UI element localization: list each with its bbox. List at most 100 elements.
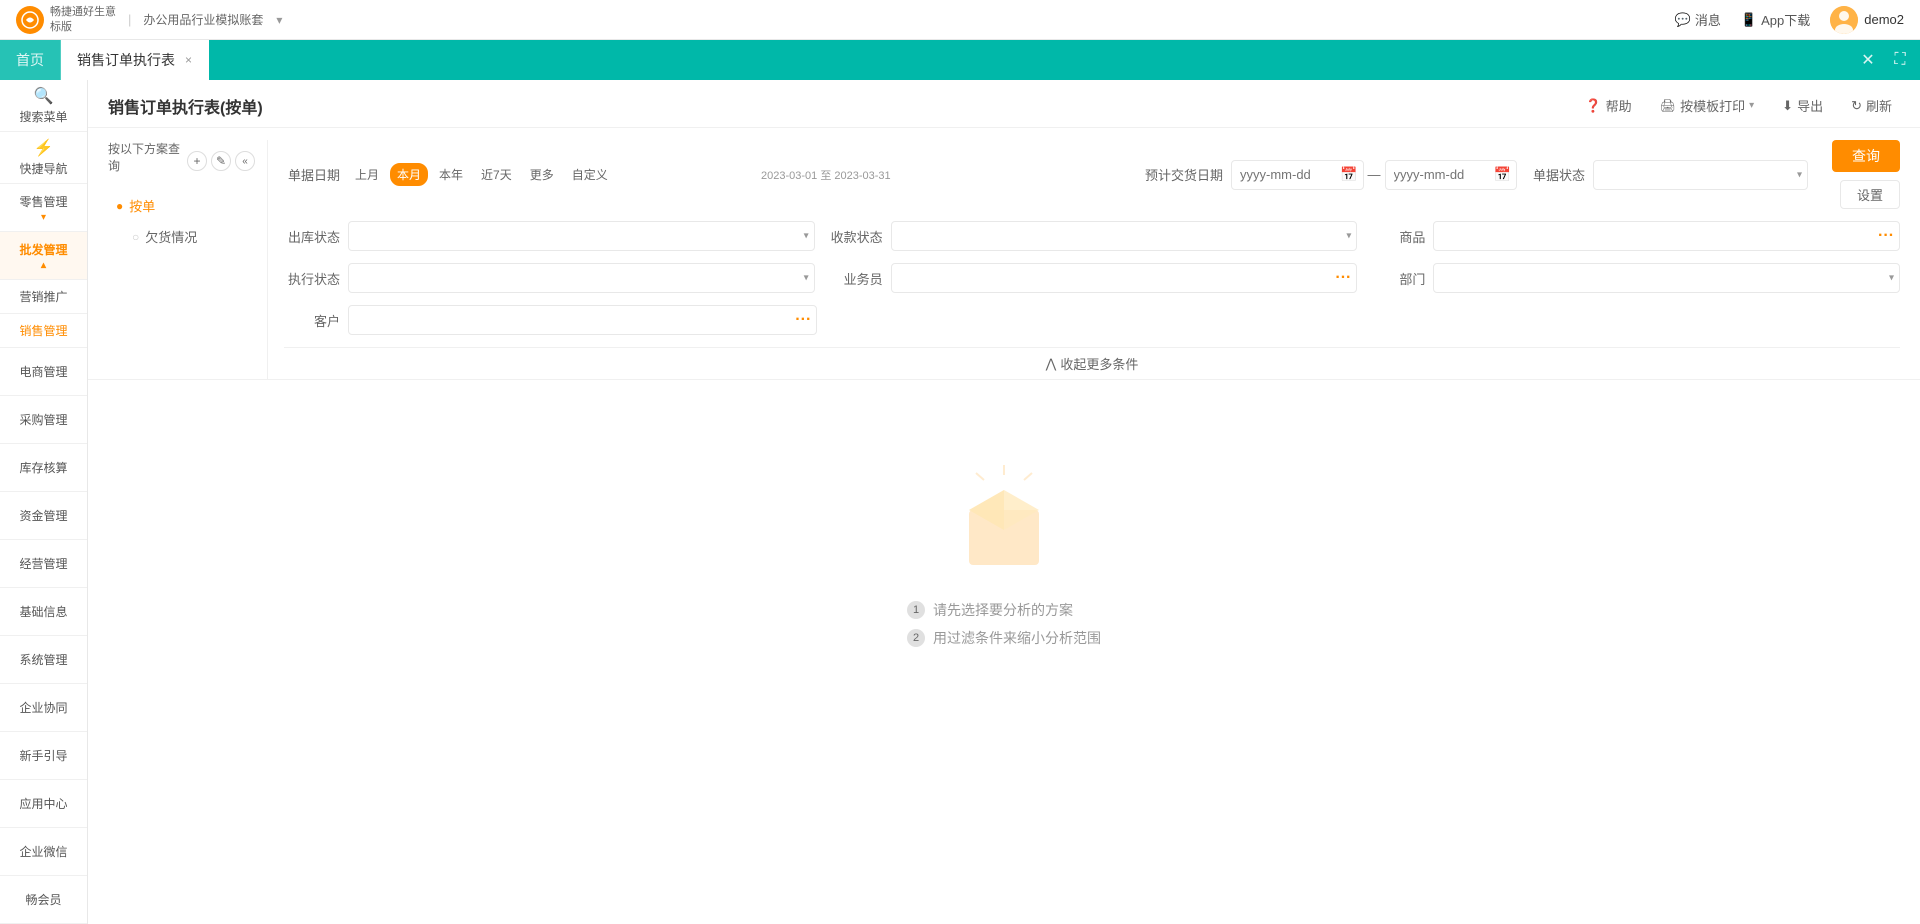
salesperson-field: 业务员 ··· [827,263,1358,293]
sidebar-item-basic-info[interactable]: 基础信息 [0,588,87,636]
tab-close-btn[interactable]: × [185,53,192,67]
predicted-date-end[interactable] [1385,160,1518,190]
payment-status-select[interactable] [891,221,1358,251]
doc-status-label: 单据状态 [1529,165,1585,184]
sidebar-item-finance[interactable]: 资金管理 [0,492,87,540]
breadcrumb: 办公用品行业模拟账套 [143,11,263,28]
customer-field: 客户 ··· [284,305,817,335]
predicted-end-wrap: 📅 [1385,160,1518,190]
goods-more-icon[interactable]: ··· [1878,227,1894,245]
salesperson-more-icon[interactable]: ··· [1335,269,1351,287]
top-header: 畅捷通好生意 标版 | 办公用品行业模拟账套 ▾ 💬 消息 📱 App下载 de [0,0,1920,40]
print-btn[interactable]: 🖨 按模板打印 ▾ [1652,92,1763,119]
scheme-item-欠货情况[interactable]: ○ 欠货情况 [108,221,255,252]
tab-home[interactable]: 首页 [0,40,61,80]
salesperson-label: 业务员 [827,269,883,288]
scheme-actions: + ✎ « [187,151,255,171]
department-control: ▾ [1433,263,1900,293]
salesperson-control: ··· [891,263,1358,293]
help-btn[interactable]: ❓ 帮助 [1577,92,1639,119]
date-shortcuts: 上月 本月 本年 近7天 更多 自定义 [348,163,615,186]
scheme-item-按单[interactable]: ● 按单 [108,190,255,221]
shortcut-this-month[interactable]: 本月 [390,163,428,186]
tip-text-2: 用过滤条件来缩小分析范围 [933,628,1101,648]
shortcut-custom[interactable]: 自定义 [565,163,615,186]
collapse-more-btn[interactable]: ⋀ 收起更多条件 [284,347,1900,379]
sidebar-item-ecommerce[interactable]: 电商管理 [0,348,87,396]
shortcut-this-year[interactable]: 本年 [432,163,470,186]
breadcrumb-arrow-btn[interactable]: ▾ [271,12,287,28]
sidebar-item-wholesale[interactable]: 批发管理 ▴ [0,232,87,280]
sidebar-item-marketing[interactable]: 营销推广 [0,280,87,314]
page-actions: ❓ 帮助 🖨 按模板打印 ▾ ⬇ 导出 ↻ 刷新 [1577,92,1900,119]
edit-scheme-btn[interactable]: ✎ [211,151,231,171]
user-avatar-area[interactable]: demo2 [1830,6,1904,34]
page-title: 销售订单执行表(按单) [108,94,263,118]
print-icon: 🖨 [1660,98,1677,114]
tab-maximize[interactable]: ⛶ [1888,48,1912,72]
sidebar-label-quick-nav: 快捷导航 [19,160,67,177]
tab-close-window[interactable]: ✕ [1856,48,1880,72]
doc-status-select[interactable] [1593,160,1808,190]
sidebar-label-app-center: 应用中心 [19,795,67,812]
sidebar-item-sales-mgmt[interactable]: 销售管理 [0,314,87,348]
sidebar-item-vip[interactable]: 畅会员 [0,876,87,924]
refresh-btn[interactable]: ↻ 刷新 [1843,92,1900,119]
sidebar-label-purchase: 采购管理 [19,411,67,428]
sidebar: 🔍 搜索菜单 ⚡ 快捷导航 零售管理 ▾ 批发管理 ▴ 营销推广 销售管理 电商… [0,80,88,924]
sidebar-item-app-center[interactable]: 应用中心 [0,780,87,828]
shortcut-more[interactable]: 更多 [523,163,561,186]
payment-status-label: 收款状态 [827,227,883,246]
empty-illustration [944,460,1064,580]
sidebar-item-enterprise[interactable]: 企业协同 [0,684,87,732]
sidebar-item-guide[interactable]: 新手引导 [0,732,87,780]
tab-sales-order[interactable]: 销售订单执行表 × [61,40,209,80]
sidebar-item-wechat[interactable]: 企业微信 [0,828,87,876]
settings-btn[interactable]: 设置 [1840,180,1900,209]
app-download-action[interactable]: 📱 App下载 [1741,10,1810,29]
logo-text: 畅捷通好生意 标版 [50,5,116,34]
export-icon: ⬇ [1782,98,1793,114]
shortcut-7days[interactable]: 近7天 [474,163,519,186]
message-action[interactable]: 💬 消息 [1675,10,1721,29]
exec-status-select[interactable] [348,263,815,293]
sidebar-label-operations: 经营管理 [19,555,67,572]
retail-arrow-icon: ▾ [41,212,46,223]
predicted-date-range: 📅 — 📅 [1231,160,1517,190]
salesperson-input[interactable] [891,263,1358,293]
customer-more-icon[interactable]: ··· [795,311,811,329]
sidebar-item-operations[interactable]: 经营管理 [0,540,87,588]
tip-num-2: 2 [907,629,925,647]
query-btn[interactable]: 查询 [1832,140,1900,172]
scheme-inactive-icon: ○ [132,230,139,244]
ship-status-select[interactable] [348,221,815,251]
add-scheme-btn[interactable]: + [187,151,207,171]
customer-input[interactable] [348,305,817,335]
goods-label: 商品 [1369,227,1425,246]
predicted-date-start[interactable] [1231,160,1364,190]
filter-row-1: 单据日期 上月 本月 本年 近7天 更多 自定义 [284,140,1900,209]
sidebar-label-system: 系统管理 [19,651,67,668]
sidebar-item-system[interactable]: 系统管理 [0,636,87,684]
tip-text-1: 请先选择要分析的方案 [933,600,1073,620]
breadcrumb-sep: | [128,12,131,27]
goods-input[interactable] [1433,221,1900,251]
empty-text-list: 1 请先选择要分析的方案 2 用过滤条件来缩小分析范围 [907,600,1101,648]
sidebar-item-purchase[interactable]: 采购管理 [0,396,87,444]
sidebar-label-wechat: 企业微信 [19,843,67,860]
shortcut-last-month[interactable]: 上月 [348,163,386,186]
refresh-icon: ↻ [1851,98,1862,114]
sidebar-item-quick-nav[interactable]: ⚡ 快捷导航 [0,132,87,184]
export-btn[interactable]: ⬇ 导出 [1774,92,1831,119]
exec-status-control: ▾ [348,263,815,293]
scheme-panel-title: 按以下方案查询 [108,140,187,174]
sidebar-item-inventory[interactable]: 库存核算 [0,444,87,492]
ship-status-field: 出库状态 ▾ [284,221,815,251]
department-select[interactable] [1433,263,1900,293]
sidebar-item-search-menu[interactable]: 🔍 搜索菜单 [0,80,87,132]
sidebar-item-retail[interactable]: 零售管理 ▾ [0,184,87,232]
collapse-scheme-btn[interactable]: « [235,151,255,171]
search-icon: 🔍 [34,86,54,106]
main-layout: 🔍 搜索菜单 ⚡ 快捷导航 零售管理 ▾ 批发管理 ▴ 营销推广 销售管理 电商… [0,80,1920,924]
username: demo2 [1864,12,1904,27]
